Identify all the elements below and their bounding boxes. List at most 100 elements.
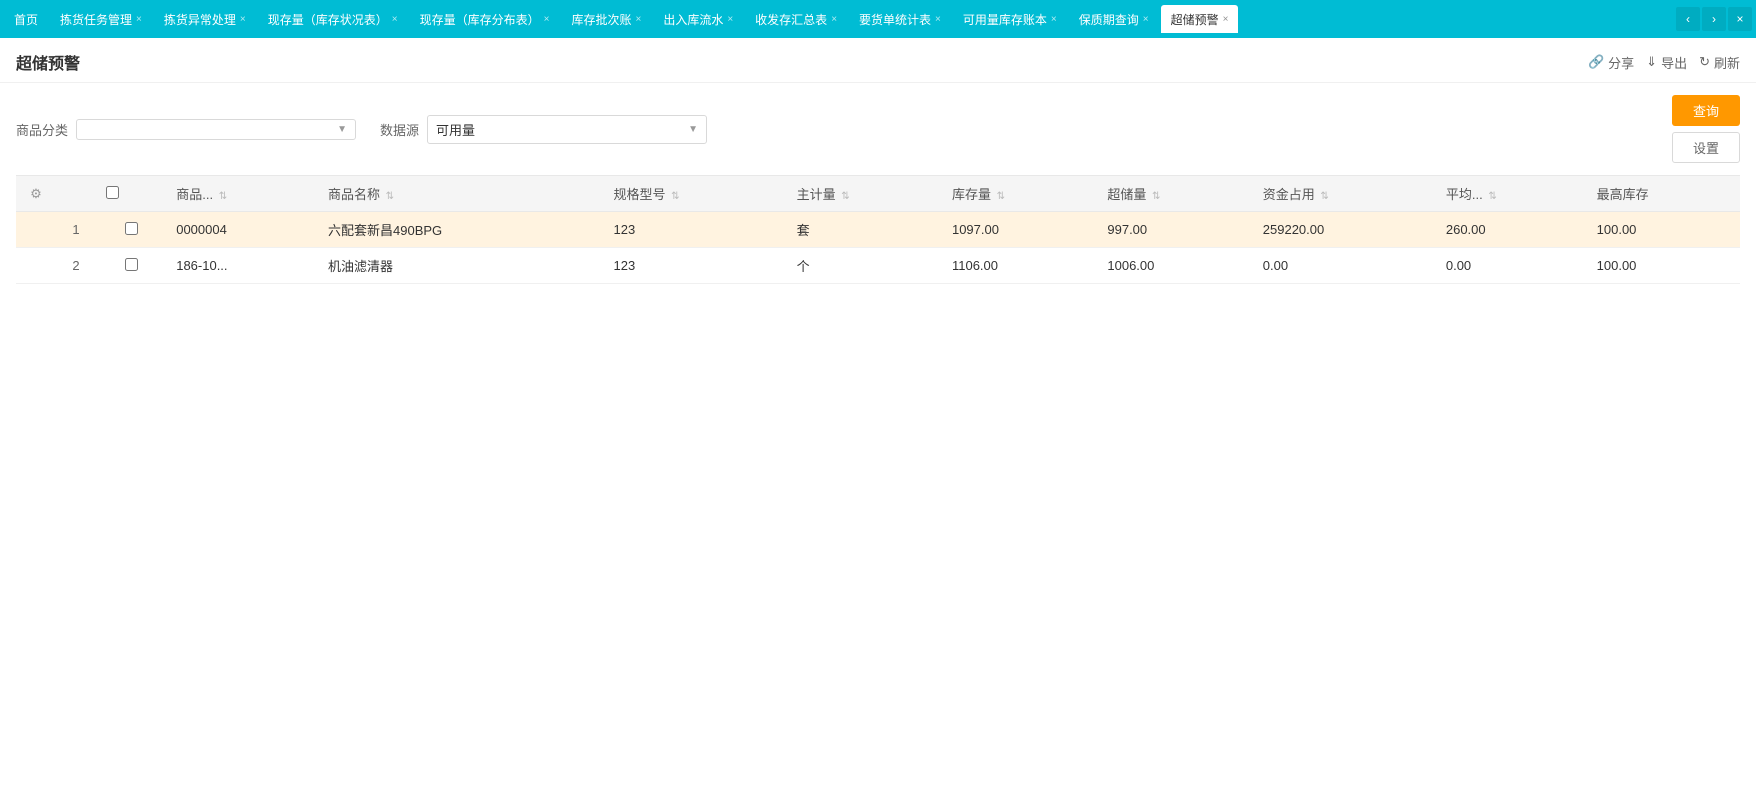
row-max-stock-1: 100.00 — [1587, 248, 1740, 284]
close-tab-1[interactable]: × — [240, 14, 246, 25]
nav-tab-0[interactable]: 拣货任务管理 × — [50, 5, 152, 33]
gear-icon[interactable]: ⚙ — [30, 186, 42, 201]
close-tab-0[interactable]: × — [136, 14, 142, 25]
row-name-1: 机油滤清器 — [318, 248, 603, 284]
nav-tab-10[interactable]: 超储预警 × — [1161, 5, 1239, 33]
th-capital[interactable]: 资金占用 ⇅ — [1253, 176, 1436, 212]
data-table: ⚙ 商品... ⇅ 商品名称 ⇅ 规格型号 — [16, 175, 1740, 284]
th-spec[interactable]: 规格型号 ⇅ — [603, 176, 786, 212]
page-header: 超储预警 🔗 分享 ⇓ 导出 ↻ 刷新 — [0, 38, 1756, 83]
sort-icon-capital: ⇅ — [1320, 191, 1328, 202]
row-checkbox-1[interactable] — [96, 248, 166, 284]
close-tab-9[interactable]: × — [1143, 14, 1149, 25]
row-code-0: 0000004 — [166, 212, 318, 248]
export-button[interactable]: ⇓ 导出 — [1646, 53, 1687, 72]
header-actions: 🔗 分享 ⇓ 导出 ↻ 刷新 — [1588, 53, 1740, 72]
sort-icon-code: ⇅ — [219, 191, 227, 202]
nav-tab-8[interactable]: 可用量库存账本 × — [953, 5, 1067, 33]
table-header-row: ⚙ 商品... ⇅ 商品名称 ⇅ 规格型号 — [16, 176, 1740, 212]
row-unit-0: 套 — [787, 212, 942, 248]
nav-tab-2[interactable]: 现存量（库存状况表） × — [258, 5, 408, 33]
table-row: 2 186-10... 机油滤清器 123 个 1106.00 1006.00 … — [16, 248, 1740, 284]
nav-next-button[interactable]: › — [1702, 7, 1726, 31]
row-stock-0: 1097.00 — [942, 212, 1097, 248]
row-code-1: 186-10... — [166, 248, 318, 284]
row-overstock-0: 997.00 — [1097, 212, 1252, 248]
sort-icon-name: ⇅ — [386, 191, 394, 202]
nav-tab-7[interactable]: 要货单统计表 × — [849, 5, 951, 33]
refresh-button[interactable]: ↻ 刷新 — [1699, 53, 1740, 72]
row-name-0: 六配套新昌490BPG — [318, 212, 603, 248]
close-tab-8[interactable]: × — [1051, 14, 1057, 25]
row-select-checkbox-1[interactable] — [125, 258, 138, 271]
th-product-code[interactable]: 商品... ⇅ — [166, 176, 318, 212]
settings-button[interactable]: 设置 — [1672, 132, 1740, 163]
row-max-stock-0: 100.00 — [1587, 212, 1740, 248]
th-product-name[interactable]: 商品名称 ⇅ — [318, 176, 603, 212]
th-unit[interactable]: 主计量 ⇅ — [787, 176, 942, 212]
export-icon: ⇓ — [1646, 54, 1657, 70]
row-spec-1: 123 — [603, 248, 786, 284]
th-index — [56, 176, 96, 212]
row-index-1: 2 — [56, 248, 96, 284]
query-button[interactable]: 查询 — [1672, 95, 1740, 126]
sort-icon-overstock: ⇅ — [1152, 191, 1160, 202]
close-tab-7[interactable]: × — [935, 14, 941, 25]
category-label: 商品分类 — [16, 120, 68, 139]
nav-home[interactable]: 首页 — [4, 11, 48, 28]
page-content: 超储预警 🔗 分享 ⇓ 导出 ↻ 刷新 商品分类 ▼ 数据源 — [0, 38, 1756, 800]
th-gear: ⚙ — [16, 176, 56, 212]
row-overstock-1: 1006.00 — [1097, 248, 1252, 284]
nav-close-button[interactable]: × — [1728, 7, 1752, 31]
row-spec-0: 123 — [603, 212, 786, 248]
nav-tab-6[interactable]: 收发存汇总表 × — [745, 5, 847, 33]
top-navigation: 首页 拣货任务管理 × 拣货异常处理 × 现存量（库存状况表） × 现存量（库存… — [0, 0, 1756, 38]
th-checkbox — [96, 176, 166, 212]
share-button[interactable]: 🔗 分享 — [1588, 53, 1634, 72]
row-select-checkbox-0[interactable] — [125, 222, 138, 235]
row-capital-1: 0.00 — [1253, 248, 1436, 284]
sort-icon-avg: ⇅ — [1488, 191, 1496, 202]
row-unit-1: 个 — [787, 248, 942, 284]
share-icon: 🔗 — [1588, 54, 1604, 70]
row-stock-1: 1106.00 — [942, 248, 1097, 284]
datasource-filter: 数据源 可用量 ▼ — [380, 115, 707, 144]
nav-tab-9[interactable]: 保质期查询 × — [1069, 5, 1159, 33]
close-tab-2[interactable]: × — [392, 14, 398, 25]
category-select[interactable]: ▼ — [76, 119, 356, 140]
nav-tab-5[interactable]: 出入库流水 × — [653, 5, 743, 33]
nav-tab-1[interactable]: 拣货异常处理 × — [154, 5, 256, 33]
row-gear-1 — [16, 248, 56, 284]
th-overstock[interactable]: 超储量 ⇅ — [1097, 176, 1252, 212]
close-tab-4[interactable]: × — [635, 14, 641, 25]
close-tab-5[interactable]: × — [727, 14, 733, 25]
row-capital-0: 259220.00 — [1253, 212, 1436, 248]
close-tab-6[interactable]: × — [831, 14, 837, 25]
th-max-stock[interactable]: 最高库存 — [1587, 176, 1740, 212]
category-filter: 商品分类 ▼ — [16, 119, 356, 140]
th-stock[interactable]: 库存量 ⇅ — [942, 176, 1097, 212]
datasource-value: 可用量 — [436, 120, 475, 139]
row-checkbox-0[interactable] — [96, 212, 166, 248]
chevron-down-icon: ▼ — [337, 124, 347, 135]
nav-prev-button[interactable]: ‹ — [1676, 7, 1700, 31]
filter-row: 商品分类 ▼ 数据源 可用量 ▼ 查询 设置 — [0, 83, 1756, 175]
datasource-label: 数据源 — [380, 120, 419, 139]
row-avg-0: 260.00 — [1436, 212, 1587, 248]
row-index-0: 1 — [56, 212, 96, 248]
th-avg[interactable]: 平均... ⇅ — [1436, 176, 1587, 212]
datasource-select[interactable]: 可用量 ▼ — [427, 115, 707, 144]
close-tab-3[interactable]: × — [544, 14, 550, 25]
nav-tab-3[interactable]: 现存量（库存分布表） × — [410, 5, 560, 33]
table-body: 1 0000004 六配套新昌490BPG 123 套 1097.00 997.… — [16, 212, 1740, 284]
sort-icon-unit: ⇅ — [841, 191, 849, 202]
page-title: 超储预警 — [16, 50, 80, 74]
sort-icon-spec: ⇅ — [671, 191, 679, 202]
close-tab-10[interactable]: × — [1223, 14, 1229, 25]
select-all-checkbox[interactable] — [106, 186, 119, 199]
table-row: 1 0000004 六配套新昌490BPG 123 套 1097.00 997.… — [16, 212, 1740, 248]
nav-arrows: ‹ › × — [1676, 7, 1752, 31]
chevron-down-icon-2: ▼ — [688, 124, 698, 135]
sort-icon-stock: ⇅ — [997, 191, 1005, 202]
nav-tab-4[interactable]: 库存批次账 × — [561, 5, 651, 33]
